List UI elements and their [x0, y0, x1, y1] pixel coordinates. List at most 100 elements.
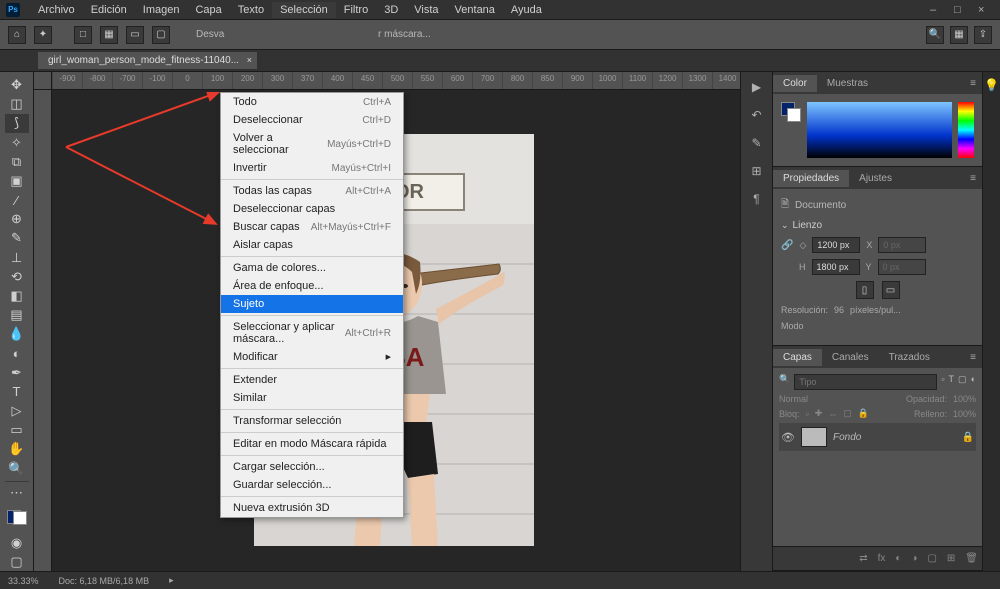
brush-panel-icon[interactable]: ✎ — [751, 136, 761, 150]
shape-tool[interactable]: ▭ — [5, 421, 29, 439]
new-layer-icon[interactable]: ⊞ — [947, 553, 955, 564]
gradient-tool[interactable]: ▤ — [5, 306, 29, 324]
brush-tool[interactable]: ✎ — [5, 229, 29, 247]
opt-icon-1[interactable]: □ — [74, 26, 92, 44]
blend-mode[interactable]: Normal — [779, 394, 900, 404]
crop-tool[interactable]: ⧉ — [5, 153, 29, 171]
lock-icon[interactable]: ✚ — [815, 408, 823, 419]
close-button[interactable]: × — [978, 4, 990, 16]
fx-icon[interactable]: fx — [878, 553, 886, 564]
height-input[interactable]: 1800 px — [812, 259, 860, 275]
menu-item-seleccionar-y-aplicar-m-scara-[interactable]: Seleccionar y aplicar máscara...Alt+Ctrl… — [221, 318, 403, 348]
menu-item-editar-en-modo-m-scara-r-pida[interactable]: Editar en modo Máscara rápida — [221, 435, 403, 453]
play-icon[interactable]: ▶ — [752, 80, 761, 94]
background-color[interactable] — [13, 511, 27, 525]
minimize-button[interactable]: – — [930, 4, 942, 16]
filter-icon[interactable]: ▫ — [941, 374, 944, 390]
landscape-icon[interactable]: ▭ — [882, 281, 900, 299]
tool-preset-icon[interactable]: ✦ — [34, 26, 52, 44]
menu-filtro[interactable]: Filtro — [336, 2, 376, 18]
home-icon[interactable]: ⌂ — [8, 26, 26, 44]
mask-icon[interactable]: ◐ — [895, 553, 901, 564]
canvas-section[interactable]: Lienzo — [781, 220, 974, 231]
opt-icon-4[interactable]: ▢ — [152, 26, 170, 44]
menu-selección[interactable]: Selección — [272, 2, 336, 18]
filter-icon[interactable]: ◐ — [971, 374, 976, 390]
status-arrow-icon[interactable]: ▸ — [169, 575, 174, 586]
hue-bar[interactable] — [958, 102, 974, 158]
panel-menu-icon[interactable]: ≡ — [964, 78, 982, 89]
menu-vista[interactable]: Vista — [406, 2, 446, 18]
tab-color[interactable]: Color — [773, 75, 817, 92]
lock-icon[interactable]: ⇔ — [828, 409, 837, 419]
tab-swatches[interactable]: Muestras — [817, 75, 878, 92]
mask-label[interactable]: r máscara... — [378, 29, 431, 40]
workspace-icon[interactable]: ▦ — [950, 26, 968, 44]
marquee-tool[interactable]: ◫ — [5, 95, 29, 113]
wand-tool[interactable]: ✧ — [5, 134, 29, 152]
dodge-tool[interactable]: ◐ — [5, 344, 29, 362]
y-input[interactable]: 0 px — [878, 259, 926, 275]
tab-adjustments[interactable]: Ajustes — [849, 170, 902, 187]
tab-properties[interactable]: Propiedades — [773, 170, 849, 187]
adjustment-icon[interactable]: ◑ — [911, 553, 917, 564]
close-tab-icon[interactable]: × — [247, 55, 252, 65]
lock-icon[interactable]: ▫ — [806, 409, 809, 419]
lock-icon[interactable]: 🔒 — [858, 408, 869, 419]
layer-row[interactable]: 👁 Fondo 🔒 — [779, 423, 976, 451]
menu-item-aislar-capas[interactable]: Aislar capas — [221, 236, 403, 254]
delete-icon[interactable]: 🗑 — [965, 553, 978, 564]
share-icon[interactable]: ⇪ — [974, 26, 992, 44]
menu-item-buscar-capas[interactable]: Buscar capasAlt+Mayús+Ctrl+F — [221, 218, 403, 236]
menu-texto[interactable]: Texto — [230, 2, 272, 18]
panel-menu-icon[interactable]: ≡ — [964, 173, 982, 184]
path-tool[interactable]: ▷ — [5, 402, 29, 420]
menu-3d[interactable]: 3D — [376, 2, 406, 18]
search-icon[interactable]: 🔍 — [926, 26, 944, 44]
heal-tool[interactable]: ⊕ — [5, 210, 29, 228]
menu-item-nueva-extrusi-n-3d[interactable]: Nueva extrusión 3D — [221, 499, 403, 517]
color-swatch[interactable] — [7, 510, 27, 525]
lasso-tool[interactable]: ⟆ — [5, 114, 29, 132]
opt-icon-2[interactable]: ▦ — [100, 26, 118, 44]
maximize-button[interactable]: □ — [954, 4, 966, 16]
quickmask-tool[interactable]: ◉ — [5, 534, 29, 552]
menu-item-deseleccionar-capas[interactable]: Deseleccionar capas — [221, 200, 403, 218]
color-field[interactable] — [807, 102, 952, 158]
zoom-level[interactable]: 33.33% — [8, 576, 39, 586]
x-input[interactable]: 0 px — [878, 237, 926, 253]
learn-icon[interactable]: 💡 — [984, 78, 999, 92]
tab-paths[interactable]: Trazados — [879, 349, 940, 366]
menu-imagen[interactable]: Imagen — [135, 2, 188, 18]
pen-tool[interactable]: ✒ — [5, 364, 29, 382]
link-icon[interactable]: 🔗 — [781, 240, 793, 251]
lock-icon[interactable]: ▢ — [843, 408, 852, 419]
menu-item-gama-de-colores-[interactable]: Gama de colores... — [221, 259, 403, 277]
zoom-tool[interactable]: 🔍 — [5, 459, 29, 477]
edit-toolbar[interactable]: ⋯ — [5, 484, 29, 502]
menu-capa[interactable]: Capa — [187, 2, 229, 18]
fill-value[interactable]: 100% — [953, 409, 976, 419]
menu-item-sujeto[interactable]: Sujeto — [221, 295, 403, 313]
move-tool[interactable]: ✥ — [5, 76, 29, 94]
menu-item-modificar[interactable]: Modificar — [221, 348, 403, 366]
menu-item-similar[interactable]: Similar — [221, 389, 403, 407]
opt-icon-3[interactable]: ▭ — [126, 26, 144, 44]
clone-panel-icon[interactable]: ⊞ — [751, 164, 761, 178]
screenmode-tool[interactable]: ▢ — [5, 553, 29, 571]
frame-tool[interactable]: ▣ — [5, 172, 29, 190]
portrait-icon[interactable]: ▯ — [856, 281, 874, 299]
blur-tool[interactable]: 💧 — [5, 325, 29, 343]
paragraph-icon[interactable]: ¶ — [753, 192, 759, 206]
menu-ventana[interactable]: Ventana — [447, 2, 503, 18]
history-icon[interactable]: ↶ — [751, 108, 761, 122]
width-input[interactable]: 1200 px — [812, 237, 860, 253]
layer-filter-input[interactable] — [794, 374, 937, 390]
filter-icon[interactable]: ▢ — [958, 374, 967, 390]
stamp-tool[interactable]: ⊥ — [5, 249, 29, 267]
menu-item-guardar-selecci-n-[interactable]: Guardar selección... — [221, 476, 403, 494]
panel-color-swatch[interactable] — [781, 102, 801, 122]
menu-item-todas-las-capas[interactable]: Todas las capasAlt+Ctrl+A — [221, 182, 403, 200]
opacity-value[interactable]: 100% — [953, 394, 976, 404]
menu-archivo[interactable]: Archivo — [30, 2, 83, 18]
